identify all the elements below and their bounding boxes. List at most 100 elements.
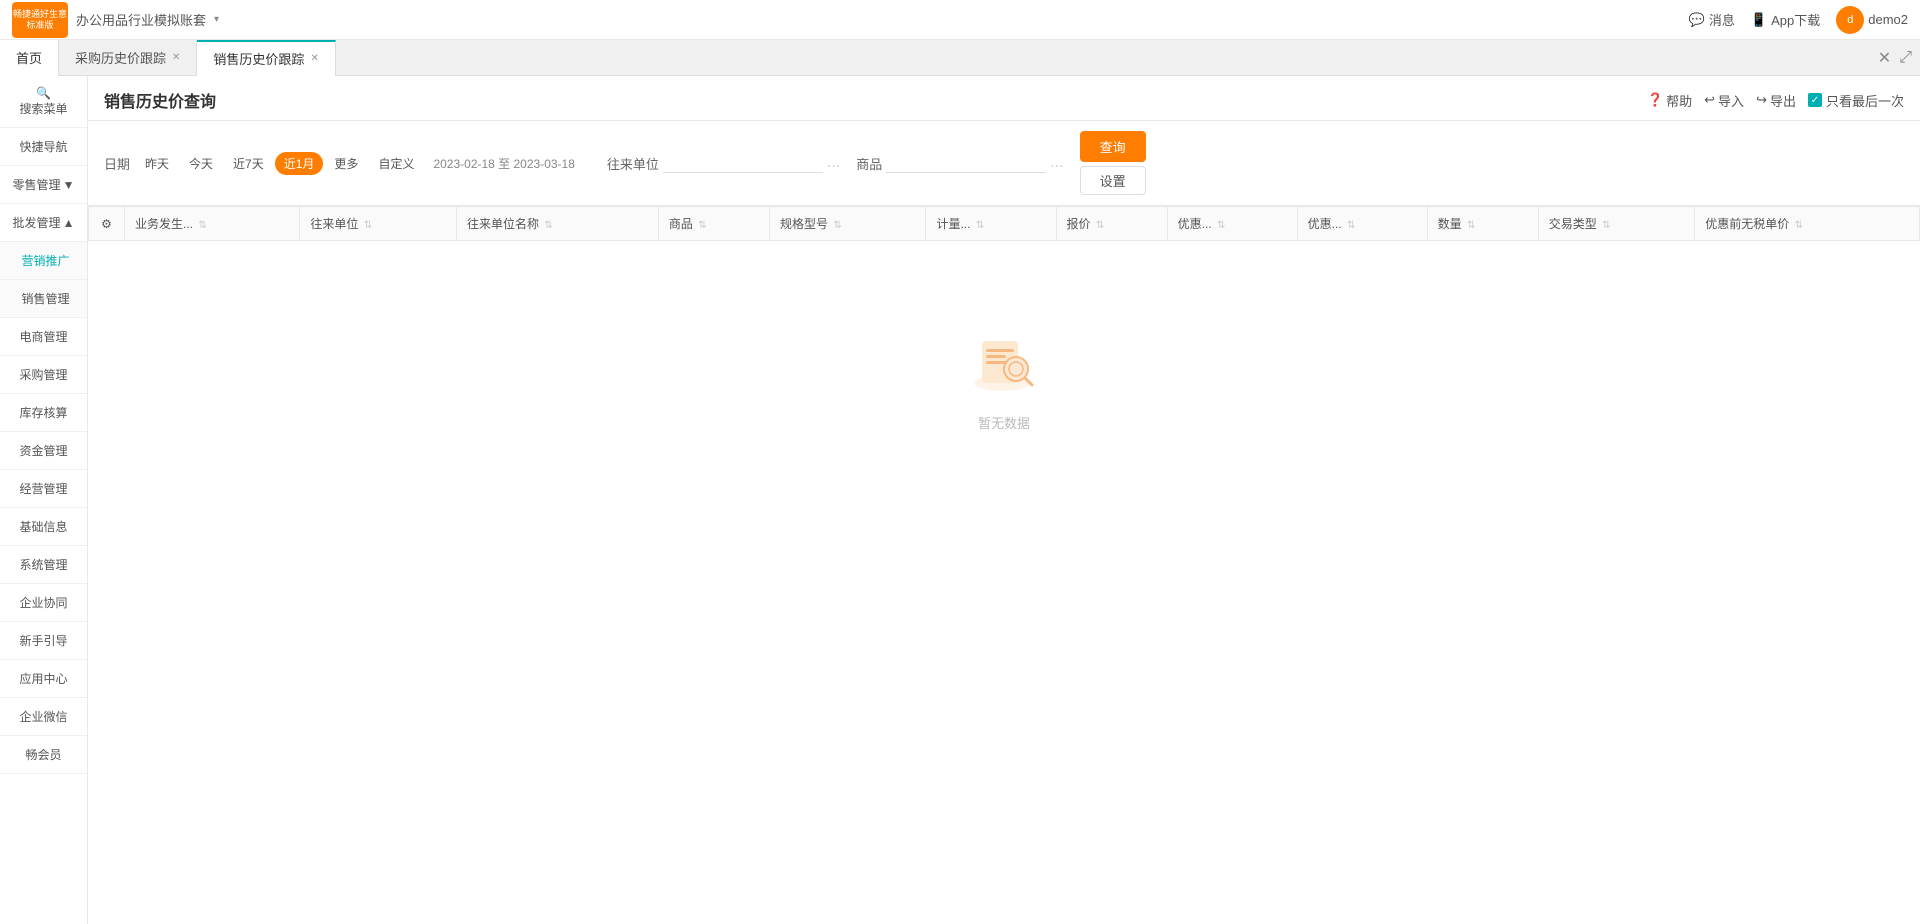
date-custom[interactable]: 自定义	[369, 152, 423, 175]
sort-business-date-icon: ⇅	[198, 220, 206, 231]
sidebar-item-wechat[interactable]: 企业微信	[0, 698, 87, 736]
tab-sales-label: 销售历史价跟踪	[213, 49, 304, 68]
app-title: 办公用品行业模拟账套	[76, 10, 206, 29]
sidebar-item-ecommerce[interactable]: 电商管理	[0, 318, 87, 356]
th-product-label: 商品	[669, 217, 693, 231]
message-label: 消息	[1709, 10, 1735, 29]
import-button[interactable]: ↩ 导入	[1704, 91, 1744, 110]
sidebar-item-enterprise[interactable]: 企业协同	[0, 584, 87, 622]
data-table: ⚙ 业务发生... ⇅ 往来单位 ⇅ 往来单位名称 ⇅	[88, 206, 1920, 241]
sidebar-ecommerce-label: 电商管理	[4, 328, 83, 345]
sidebar-item-wholesale[interactable]: 批发管理 ▲	[0, 204, 87, 242]
empty-icon	[964, 321, 1044, 401]
export-button[interactable]: ↪ 导出	[1756, 91, 1796, 110]
sidebar-item-search[interactable]: 🔍 搜索菜单	[0, 76, 87, 128]
settings-button[interactable]: 设置	[1080, 166, 1146, 195]
sidebar-enterprise-label: 企业协同	[4, 594, 83, 611]
sidebar-item-quick-nav[interactable]: 快捷导航	[0, 128, 87, 166]
sort-unit-name-icon: ⇅	[544, 220, 552, 231]
tabbar-actions: ✕ ⤢	[1878, 48, 1920, 68]
query-button[interactable]: 查询	[1080, 131, 1146, 162]
date-7days[interactable]: 近7天	[224, 152, 273, 175]
empty-state: 暂无数据	[88, 241, 1920, 512]
help-button[interactable]: ❓ 帮助	[1647, 91, 1692, 110]
sidebar-item-sales[interactable]: 销售管理	[0, 280, 87, 318]
tab-home[interactable]: 首页	[0, 40, 59, 76]
th-spec[interactable]: 规格型号 ⇅	[769, 207, 926, 241]
tab-sales-history[interactable]: 销售历史价跟踪 ✕	[197, 40, 335, 76]
sidebar-item-app-center[interactable]: 应用中心	[0, 660, 87, 698]
sidebar-operations-label: 经营管理	[4, 480, 83, 497]
sidebar-purchase-label: 采购管理	[4, 366, 83, 383]
sidebar-quick-nav-label: 快捷导航	[4, 138, 83, 155]
unit-input[interactable]	[663, 153, 823, 173]
sidebar-item-retail[interactable]: 零售管理 ▼	[0, 166, 87, 204]
sort-quote-icon: ⇅	[1096, 220, 1104, 231]
th-discount2[interactable]: 优惠... ⇅	[1297, 207, 1427, 241]
tab-purchase-label: 采购历史价跟踪	[75, 48, 166, 67]
app-title-chevron[interactable]: ▾	[214, 14, 219, 25]
message-icon: 💬	[1689, 12, 1705, 28]
sidebar-sales-label: 销售管理	[8, 290, 83, 307]
sidebar-guide-label: 新手引导	[4, 632, 83, 649]
th-discount1[interactable]: 优惠... ⇅	[1167, 207, 1297, 241]
tab-sales-close[interactable]: ✕	[310, 53, 318, 64]
sort-discount2-icon: ⇅	[1347, 220, 1355, 231]
sidebar-item-basic-info[interactable]: 基础信息	[0, 508, 87, 546]
product-input[interactable]	[886, 153, 1046, 173]
sidebar-item-finance[interactable]: 资金管理	[0, 432, 87, 470]
sidebar-item-system[interactable]: 系统管理	[0, 546, 87, 584]
page-title: 销售历史价查询	[104, 88, 216, 112]
maximize-icon[interactable]: ⤢	[1899, 49, 1912, 67]
unit-dots[interactable]: ...	[827, 154, 840, 172]
message-button[interactable]: 💬 消息	[1689, 10, 1735, 29]
sort-product-icon: ⇅	[698, 220, 706, 231]
product-dots[interactable]: ...	[1050, 154, 1063, 172]
sort-trade-type-icon: ⇅	[1602, 220, 1610, 231]
th-quantity[interactable]: 数量 ⇅	[1427, 207, 1538, 241]
sidebar-item-operations[interactable]: 经营管理	[0, 470, 87, 508]
only-last-checkbox[interactable]: ✓ 只看最后一次	[1808, 91, 1904, 110]
sidebar-item-purchase[interactable]: 采购管理	[0, 356, 87, 394]
sidebar-marketing-label: 营销推广	[8, 252, 83, 269]
unit-filter: 往来单位 ...	[607, 153, 840, 173]
th-business-date[interactable]: 业务发生... ⇅	[125, 207, 300, 241]
topbar: 畅捷通好生意 标准版 办公用品行业模拟账套 ▾ 💬 消息 📱 App下载 d d…	[0, 0, 1920, 40]
th-pretax-price[interactable]: 优惠前无税单价 ⇅	[1695, 207, 1920, 241]
th-product[interactable]: 商品 ⇅	[658, 207, 769, 241]
app-download-button[interactable]: 📱 App下载	[1751, 10, 1820, 29]
wholesale-chevron-icon: ▲	[63, 216, 75, 230]
th-trade-type[interactable]: 交易类型 ⇅	[1538, 207, 1695, 241]
date-1month[interactable]: 近1月	[275, 152, 324, 175]
sidebar-item-marketing[interactable]: 营销推广	[0, 242, 87, 280]
sidebar-system-label: 系统管理	[4, 556, 83, 573]
help-icon: ❓	[1647, 92, 1663, 108]
th-unit[interactable]: 计量... ⇅	[926, 207, 1056, 241]
date-filter-group: 日期 昨天 今天 近7天 近1月 更多 自定义 2023-02-18 至 202…	[104, 152, 575, 175]
tab-purchase-history[interactable]: 采购历史价跟踪 ✕	[59, 40, 197, 76]
th-business-date-label: 业务发生...	[135, 217, 193, 231]
sidebar-item-inventory[interactable]: 库存核算	[0, 394, 87, 432]
table-container: ⚙ 业务发生... ⇅ 往来单位 ⇅ 往来单位名称 ⇅	[88, 206, 1920, 924]
th-discount2-label: 优惠...	[1308, 217, 1342, 231]
th-unit-label: 计量...	[936, 217, 970, 231]
product-filter: 商品 ...	[856, 153, 1063, 173]
sort-spec-icon: ⇅	[833, 220, 841, 231]
th-gear[interactable]: ⚙	[89, 207, 125, 241]
tab-purchase-close[interactable]: ✕	[172, 52, 180, 63]
th-quote-label: 报价	[1067, 217, 1091, 231]
sort-unit-code-icon: ⇅	[364, 220, 372, 231]
date-more[interactable]: 更多	[325, 152, 367, 175]
user-menu[interactable]: d demo2	[1836, 6, 1908, 34]
th-quote[interactable]: 报价 ⇅	[1056, 207, 1167, 241]
th-unit-code[interactable]: 往来单位 ⇅	[300, 207, 457, 241]
sidebar-item-guide[interactable]: 新手引导	[0, 622, 87, 660]
only-last-label: 只看最后一次	[1826, 91, 1904, 110]
date-yesterday[interactable]: 昨天	[136, 152, 178, 175]
sidebar-item-member[interactable]: 畅会员	[0, 736, 87, 774]
date-today[interactable]: 今天	[180, 152, 222, 175]
unit-filter-label: 往来单位	[607, 154, 659, 173]
th-unit-name-label: 往来单位名称	[467, 217, 539, 231]
close-window-icon[interactable]: ✕	[1878, 48, 1891, 68]
th-unit-name[interactable]: 往来单位名称 ⇅	[456, 207, 658, 241]
